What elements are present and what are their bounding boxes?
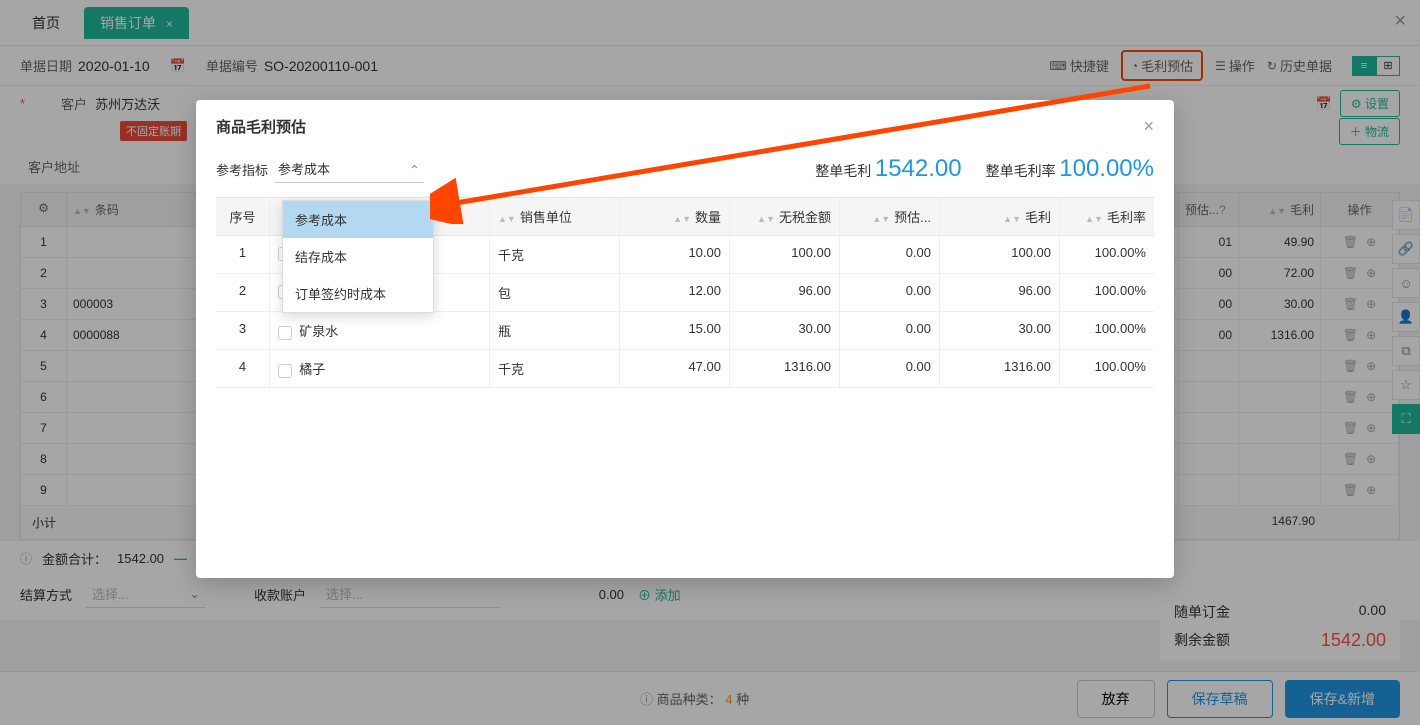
mrow-unit: 包 xyxy=(490,274,620,311)
modal-stats: 整单毛利 1542.00 整单毛利率 100.00% xyxy=(815,155,1154,183)
modal-title: 商品毛利预估 xyxy=(216,116,306,137)
filter-select[interactable]: 参考成本 ⌄ xyxy=(274,155,424,183)
modal-header: 商品毛利预估 × xyxy=(196,100,1174,149)
mrow-rate: 100.00% xyxy=(1060,312,1154,349)
cost-reference-dropdown: 参考成本 结存成本 订单签约时成本 xyxy=(282,200,434,313)
mcol-amount[interactable]: ▲▼无税金额 xyxy=(730,198,840,235)
mrow-est: 0.00 xyxy=(840,274,940,311)
mrow-amount: 1316.00 xyxy=(730,350,840,387)
mrow-unit: 千克 xyxy=(490,236,620,273)
mrow-profit: 100.00 xyxy=(940,236,1060,273)
mrow-seq: 4 xyxy=(216,350,270,387)
mcol-rate[interactable]: ▲▼毛利率 xyxy=(1060,198,1154,235)
modal-table-row[interactable]: 3 矿泉水瓶15.0030.000.0030.00100.00% xyxy=(216,312,1154,350)
filter-select-value: 参考成本 xyxy=(278,159,330,178)
checkbox[interactable] xyxy=(278,364,292,378)
checkbox[interactable] xyxy=(278,326,292,340)
mcol-estimate[interactable]: ▲▼预估... xyxy=(840,198,940,235)
mrow-seq: 2 xyxy=(216,274,270,311)
total-profit-value: 1542.00 xyxy=(875,155,962,182)
mrow-qty: 12.00 xyxy=(620,274,730,311)
mrow-seq: 1 xyxy=(216,236,270,273)
option-signing-cost[interactable]: 订单签约时成本 xyxy=(283,275,433,312)
option-reference-cost[interactable]: 参考成本 xyxy=(283,201,433,238)
modal-table-row[interactable]: 4 橘子千克47.001316.000.001316.00100.00% xyxy=(216,350,1154,388)
total-profit-label: 整单毛利 xyxy=(815,163,871,179)
mrow-unit: 瓶 xyxy=(490,312,620,349)
mcol-profit[interactable]: ▲▼毛利 xyxy=(940,198,1060,235)
mrow-profit: 96.00 xyxy=(940,274,1060,311)
mrow-amount: 100.00 xyxy=(730,236,840,273)
mrow-est: 0.00 xyxy=(840,312,940,349)
mrow-qty: 10.00 xyxy=(620,236,730,273)
mrow-amount: 96.00 xyxy=(730,274,840,311)
modal-close-icon[interactable]: × xyxy=(1143,116,1154,137)
mrow-rate: 100.00% xyxy=(1060,274,1154,311)
mcol-seq: 序号 xyxy=(216,198,270,235)
chevron-up-icon: ⌄ xyxy=(409,161,420,177)
mrow-est: 0.00 xyxy=(840,236,940,273)
mrow-qty: 15.00 xyxy=(620,312,730,349)
filter-label: 参考指标 xyxy=(216,160,268,179)
mcol-unit[interactable]: ▲▼销售单位 xyxy=(490,198,620,235)
total-rate-label: 整单毛利率 xyxy=(986,163,1056,179)
mrow-name: 矿泉水 xyxy=(270,312,490,349)
mrow-amount: 30.00 xyxy=(730,312,840,349)
mrow-profit: 1316.00 xyxy=(940,350,1060,387)
mrow-est: 0.00 xyxy=(840,350,940,387)
profit-estimate-modal: 商品毛利预估 × 参考指标 参考成本 ⌄ 整单毛利 1542.00 整单毛利率 … xyxy=(196,100,1174,578)
mrow-name: 橘子 xyxy=(270,350,490,387)
option-balance-cost[interactable]: 结存成本 xyxy=(283,238,433,275)
mrow-qty: 47.00 xyxy=(620,350,730,387)
mrow-seq: 3 xyxy=(216,312,270,349)
mrow-rate: 100.00% xyxy=(1060,350,1154,387)
mcol-qty[interactable]: ▲▼数量 xyxy=(620,198,730,235)
mrow-unit: 千克 xyxy=(490,350,620,387)
modal-filter-row: 参考指标 参考成本 ⌄ 整单毛利 1542.00 整单毛利率 100.00% xyxy=(196,149,1174,197)
mrow-rate: 100.00% xyxy=(1060,236,1154,273)
total-rate-value: 100.00% xyxy=(1059,155,1154,182)
mrow-profit: 30.00 xyxy=(940,312,1060,349)
